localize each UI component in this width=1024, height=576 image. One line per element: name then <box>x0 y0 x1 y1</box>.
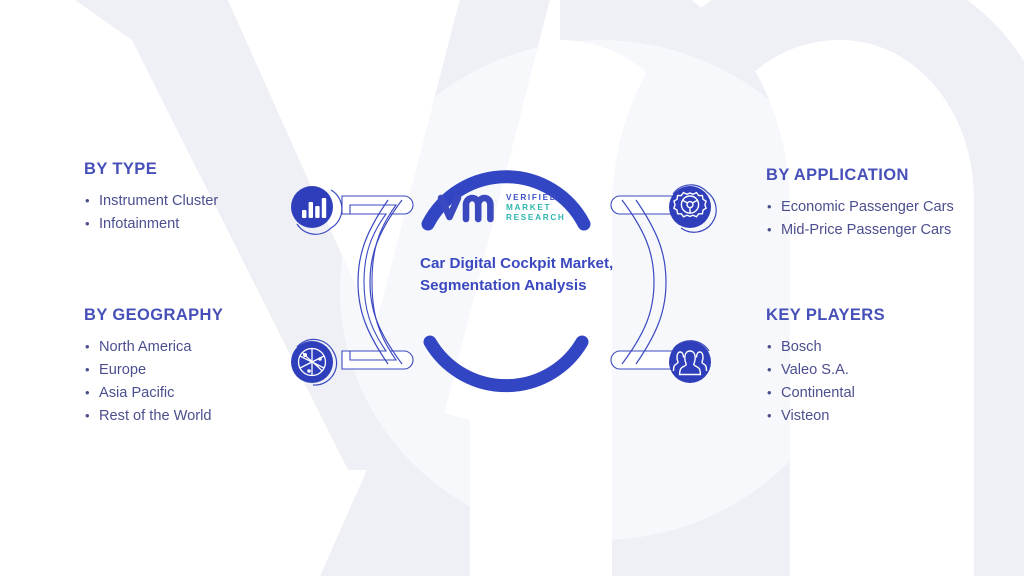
list-item: Instrument Cluster <box>84 190 344 212</box>
list-item: Bosch <box>766 336 1024 358</box>
section-list-by-application: Economic Passenger Cars Mid-Price Passen… <box>766 196 1024 241</box>
section-heading-key-players: KEY PLAYERS <box>766 306 886 324</box>
section-heading-by-geography: BY GEOGRAPHY <box>84 306 224 324</box>
section-heading-by-application: BY APPLICATION <box>766 166 909 184</box>
list-item: Infotainment <box>84 213 344 235</box>
vmr-word-verified: VERIFIED <box>506 193 558 203</box>
center-panel: VERIFIED MARKET RESEARCH Car Digital Coc… <box>398 140 628 400</box>
section-by-type: BY TYPE Instrument Cluster Infotainment <box>84 160 344 237</box>
list-item: Mid-Price Passenger Cars <box>766 219 1024 241</box>
section-heading-by-type: BY TYPE <box>84 160 158 178</box>
list-item: Rest of the World <box>84 405 344 427</box>
list-item: Economic Passenger Cars <box>766 196 1024 218</box>
vmr-wordmark: VERIFIED MARKET RESEARCH <box>506 193 566 222</box>
vmr-logo: VERIFIED MARKET RESEARCH <box>436 185 596 231</box>
infographic-canvas: VERIFIED MARKET RESEARCH Car Digital Coc… <box>0 0 1024 576</box>
node-by-application[interactable] <box>659 178 721 240</box>
section-list-key-players: Bosch Valeo S.A. Continental Visteon <box>766 336 1024 427</box>
vmr-word-market: MARKET <box>506 203 552 213</box>
list-item: North America <box>84 336 344 358</box>
node-disc <box>669 341 711 383</box>
node-key-players[interactable] <box>659 333 721 395</box>
list-item: Valeo S.A. <box>766 359 1024 381</box>
section-key-players: KEY PLAYERS Bosch Valeo S.A. Continental… <box>766 306 1024 429</box>
vmr-word-research: RESEARCH <box>506 212 566 222</box>
list-item: Visteon <box>766 405 1024 427</box>
section-by-application: BY APPLICATION Economic Passenger Cars M… <box>766 166 1024 243</box>
list-item: Europe <box>84 359 344 381</box>
section-list-by-type: Instrument Cluster Infotainment <box>84 190 344 235</box>
vmr-monogram-icon <box>437 194 494 223</box>
list-item: Asia Pacific <box>84 382 344 404</box>
section-by-geography: BY GEOGRAPHY North America Europe Asia P… <box>84 306 344 429</box>
section-list-by-geography: North America Europe Asia Pacific Rest o… <box>84 336 344 427</box>
center-title: Car Digital Cockpit Market, Segmentation… <box>420 255 614 294</box>
list-item: Continental <box>766 382 1024 404</box>
